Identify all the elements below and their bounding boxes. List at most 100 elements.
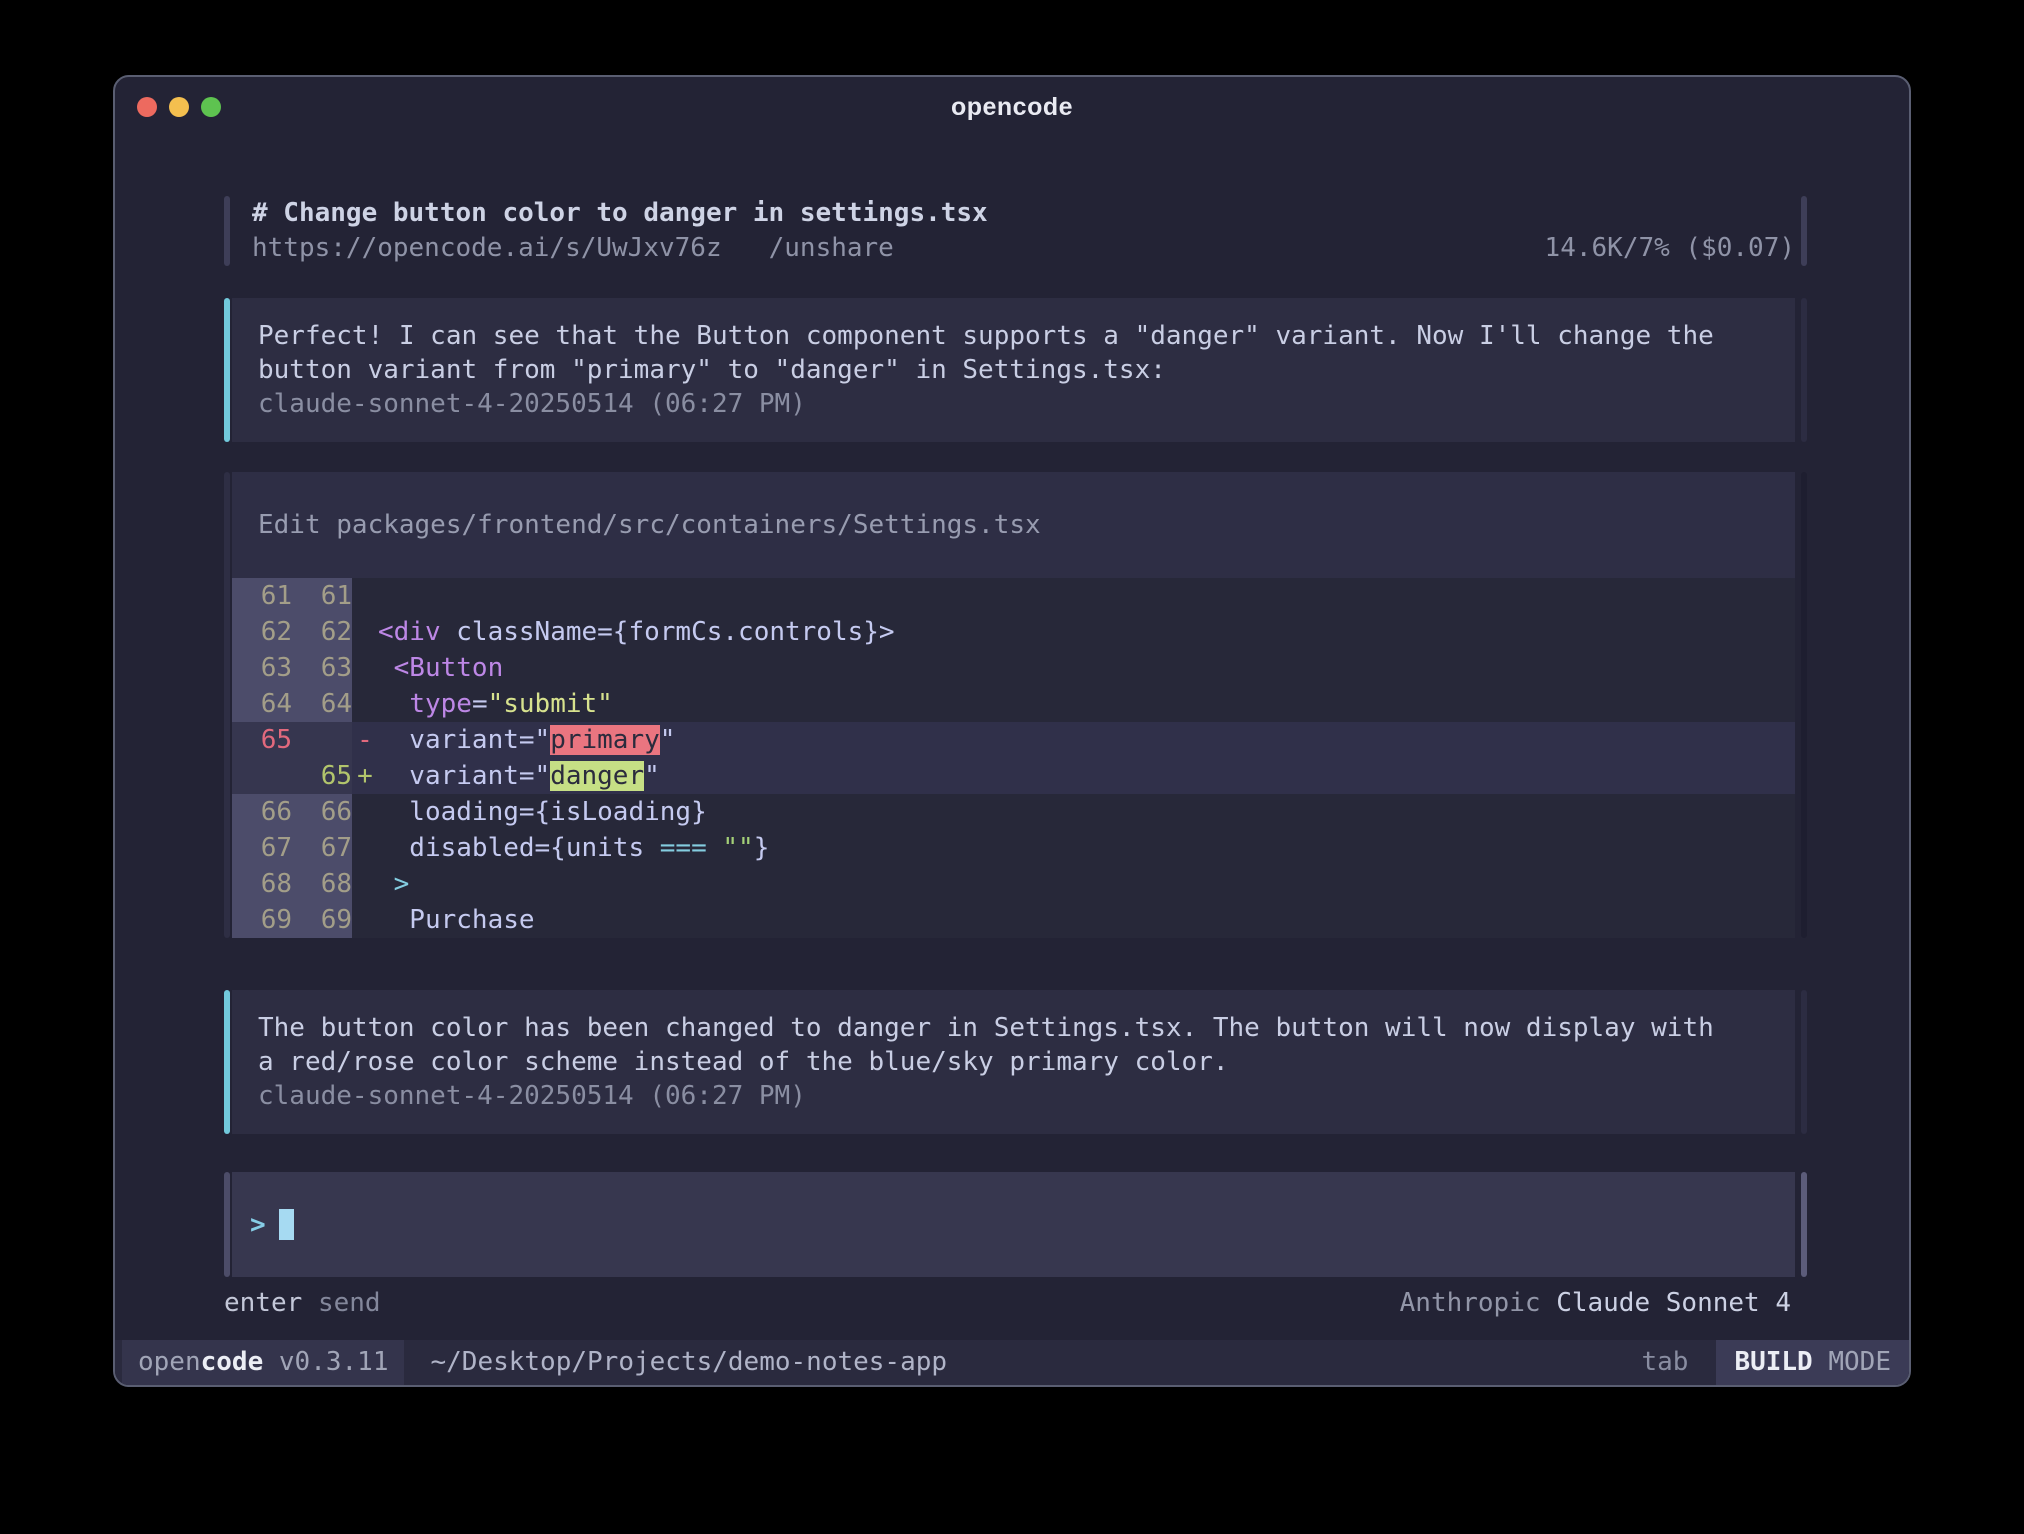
old-line-number: 68 — [232, 866, 292, 902]
diff-row: 6161 — [232, 578, 1795, 614]
diff-code-line: variant="danger" — [378, 758, 1795, 794]
main-area: # Change button color to danger in setti… — [115, 137, 1909, 1340]
unshare-command[interactable]: /unshare — [769, 231, 894, 266]
diff-marker — [352, 902, 378, 938]
zoom-window-button[interactable] — [201, 97, 221, 117]
diff-code-line: disabled={units === ""} — [378, 830, 1795, 866]
message-line: a red/rose color scheme instead of the b… — [258, 1045, 1795, 1079]
diff-row: 6262 <div className={formCs.controls}> — [232, 614, 1795, 650]
diff-marker — [352, 578, 378, 614]
old-line-number: 64 — [232, 686, 292, 722]
opencode-window: opencode # Change button color to danger… — [113, 75, 1911, 1387]
edit-file-title: Edit packages/frontend/src/containers/Se… — [232, 472, 1795, 578]
old-line-number: 67 — [232, 830, 292, 866]
diff-row: 65 - variant="primary" — [232, 722, 1795, 758]
new-line-number: 66 — [292, 794, 352, 830]
new-line-number: 69 — [292, 902, 352, 938]
diff-marker — [352, 866, 378, 902]
old-line-number — [232, 758, 292, 794]
message-line: The button color has been changed to dan… — [258, 1011, 1795, 1045]
working-directory: ~/Desktop/Projects/demo-notes-app — [430, 1340, 947, 1385]
old-line-number: 66 — [232, 794, 292, 830]
diff-rows: 61616262 <div className={formCs.controls}… — [232, 578, 1795, 938]
diff-marker — [352, 686, 378, 722]
diff-row: 6969 Purchase — [232, 902, 1795, 938]
prompt-input-block: > — [224, 1172, 1807, 1277]
mode-suffix: MODE — [1813, 1347, 1891, 1377]
old-line-number: 63 — [232, 650, 292, 686]
token-usage: 14.6K/7% ($0.07) — [1545, 231, 1795, 266]
new-line-number: 63 — [292, 650, 352, 686]
message-accent-bar — [224, 990, 230, 1134]
diff-code-line: loading={isLoading} — [378, 794, 1795, 830]
diff-code-line: > — [378, 866, 1795, 902]
diff-marker — [352, 794, 378, 830]
app-name-prefix: open — [138, 1347, 201, 1377]
session-title: # Change button color to danger in setti… — [252, 196, 1795, 231]
new-line-number: 65 — [292, 758, 352, 794]
model-label: Claude Sonnet 4 — [1556, 1288, 1791, 1318]
diff-row: 6666 loading={isLoading} — [232, 794, 1795, 830]
enter-key-hint: enter — [224, 1288, 302, 1318]
text-cursor — [279, 1209, 294, 1240]
message-right-rule — [1801, 990, 1807, 1134]
message-input[interactable]: > — [232, 1172, 1795, 1277]
edit-left-rule — [224, 472, 230, 938]
edit-tool-block: Edit packages/frontend/src/containers/Se… — [224, 472, 1807, 938]
input-right-rule — [1801, 1172, 1807, 1277]
new-line-number: 62 — [292, 614, 352, 650]
diff-code-line: variant="primary" — [378, 722, 1795, 758]
share-url-link[interactable]: https://opencode.ai/s/UwJxv76z — [252, 231, 722, 266]
old-line-number: 69 — [232, 902, 292, 938]
footer-hints: enter send Anthropic Claude Sonnet 4 — [224, 1283, 1807, 1323]
close-window-button[interactable] — [137, 97, 157, 117]
message-line: Perfect! I can see that the Button compo… — [258, 319, 1795, 353]
minimize-window-button[interactable] — [169, 97, 189, 117]
app-version: v0.3.11 — [263, 1347, 388, 1377]
diff-marker: + — [352, 758, 378, 794]
edit-right-rule — [1801, 472, 1807, 938]
traffic-lights — [137, 77, 221, 137]
diff-marker — [352, 614, 378, 650]
diff-code-line: Purchase — [378, 902, 1795, 938]
new-line-number: 61 — [292, 578, 352, 614]
diff-marker — [352, 650, 378, 686]
titlebar: opencode — [115, 77, 1909, 137]
input-left-rule — [224, 1172, 230, 1277]
new-line-number: 67 — [292, 830, 352, 866]
new-line-number — [292, 722, 352, 758]
prompt-caret: > — [250, 1210, 266, 1240]
message-model-meta: claude-sonnet-4-20250514 (06:27 PM) — [258, 387, 1795, 421]
message-accent-bar — [224, 298, 230, 442]
send-hint: enter send — [224, 1283, 381, 1323]
new-line-number: 64 — [292, 686, 352, 722]
message-model-meta: claude-sonnet-4-20250514 (06:27 PM) — [258, 1079, 1795, 1113]
diff-row: 6363 <Button — [232, 650, 1795, 686]
mode-name: BUILD — [1734, 1347, 1812, 1377]
old-line-number: 65 — [232, 722, 292, 758]
diff-row: 65+ variant="danger" — [232, 758, 1795, 794]
mode-chip: BUILD MODE — [1716, 1340, 1909, 1385]
diff-code-line: type="submit" — [378, 686, 1795, 722]
tab-key-hint: tab — [1641, 1340, 1688, 1385]
diff-code-line: <div className={formCs.controls}> — [378, 614, 1795, 650]
diff-row: 6464 type="submit" — [232, 686, 1795, 722]
diff-row: 6767 disabled={units === ""} — [232, 830, 1795, 866]
diff-marker — [352, 830, 378, 866]
old-line-number: 62 — [232, 614, 292, 650]
diff-marker: - — [352, 722, 378, 758]
assistant-message: Perfect! I can see that the Button compo… — [224, 298, 1807, 442]
send-action-label: send — [318, 1288, 381, 1318]
diff-code-line: <Button — [378, 650, 1795, 686]
status-bar: opencode v0.3.11 ~/Desktop/Projects/demo… — [115, 1340, 1909, 1385]
app-name-suffix: code — [201, 1347, 264, 1377]
header-spacer — [894, 231, 1545, 266]
old-line-number: 61 — [232, 578, 292, 614]
model-indicator: Anthropic Claude Sonnet 4 — [1400, 1283, 1791, 1323]
message-right-rule — [1801, 298, 1807, 442]
assistant-message: The button color has been changed to dan… — [224, 990, 1807, 1134]
header-left-rule — [224, 196, 230, 266]
provider-label: Anthropic — [1400, 1288, 1541, 1318]
diff-code-line — [378, 578, 1795, 614]
window-title: opencode — [951, 93, 1073, 122]
